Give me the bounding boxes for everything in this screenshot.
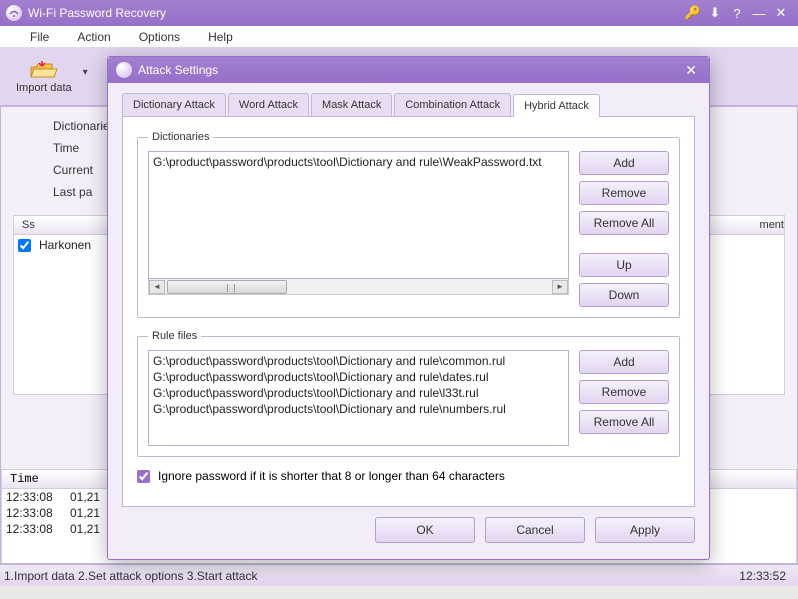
ok-button[interactable]: OK <box>375 517 475 543</box>
apply-button[interactable]: Apply <box>595 517 695 543</box>
rules-legend: Rule files <box>148 330 201 342</box>
help-icon[interactable]: ? <box>726 3 748 23</box>
tab-combination-attack[interactable]: Combination Attack <box>394 93 511 116</box>
dict-add-button[interactable]: Add <box>579 151 669 175</box>
dialog-titlebar: Attack Settings ✕ <box>108 57 709 83</box>
dictionaries-group: Dictionaries G:\product\password\product… <box>137 131 680 318</box>
dict-up-button[interactable]: Up <box>579 253 669 277</box>
close-button[interactable]: ✕ <box>770 3 792 23</box>
ignore-length-label: Ignore password if it is shorter that 8 … <box>158 469 505 483</box>
chevron-down-icon[interactable]: ▾ <box>83 67 88 78</box>
import-data-button[interactable]: Import data ▾ <box>10 57 78 96</box>
dictionaries-scrollbar[interactable]: ◄ ► <box>148 279 569 295</box>
col-ss: Ss <box>14 219 104 231</box>
list-item[interactable]: G:\product\password\products\tool\Dictio… <box>151 401 566 417</box>
menu-action[interactable]: Action <box>63 28 124 46</box>
dialog-actions: OK Cancel Apply <box>108 517 709 555</box>
tab-pane: Dictionaries G:\product\password\product… <box>122 117 695 507</box>
scroll-thumb[interactable] <box>167 280 287 294</box>
app-icon <box>6 5 22 21</box>
scroll-left-icon[interactable]: ◄ <box>149 280 165 294</box>
titlebar: Wi-Fi Password Recovery 🔑 ⬇ ? — ✕ <box>0 0 798 26</box>
menubar: File Action Options Help <box>0 26 798 48</box>
dict-down-button[interactable]: Down <box>579 283 669 307</box>
folder-open-icon <box>28 59 60 81</box>
network-checkbox[interactable] <box>18 239 31 252</box>
rules-add-button[interactable]: Add <box>579 350 669 374</box>
list-item[interactable]: G:\product\password\products\tool\Dictio… <box>151 353 566 369</box>
dialog-icon <box>116 62 132 78</box>
menu-options[interactable]: Options <box>125 28 194 46</box>
list-item[interactable]: G:\product\password\products\tool\Dictio… <box>151 369 566 385</box>
network-name: Harkonen <box>35 238 95 252</box>
import-data-label: Import data <box>16 82 72 94</box>
tab-word-attack[interactable]: Word Attack <box>228 93 309 116</box>
menu-help[interactable]: Help <box>194 28 247 46</box>
list-item[interactable]: G:\product\password\products\tool\Dictio… <box>151 154 566 170</box>
dialog-close-button[interactable]: ✕ <box>681 62 701 79</box>
scroll-right-icon[interactable]: ► <box>552 280 568 294</box>
tabs: Dictionary Attack Word Attack Mask Attac… <box>122 93 695 117</box>
menu-file[interactable]: File <box>16 28 63 46</box>
tab-hybrid-attack[interactable]: Hybrid Attack <box>513 94 600 117</box>
status-clock: 12:33:52 <box>731 569 794 583</box>
dictionaries-legend: Dictionaries <box>148 131 213 143</box>
key-icon[interactable]: 🔑 <box>682 3 704 23</box>
attack-settings-dialog: Attack Settings ✕ Dictionary Attack Word… <box>107 56 710 560</box>
download-icon[interactable]: ⬇ <box>704 3 726 23</box>
cancel-button[interactable]: Cancel <box>485 517 585 543</box>
minimize-button[interactable]: — <box>748 3 770 23</box>
rules-remove-button[interactable]: Remove <box>579 380 669 404</box>
rules-listbox[interactable]: G:\product\password\products\tool\Dictio… <box>148 350 569 446</box>
tab-mask-attack[interactable]: Mask Attack <box>311 93 392 116</box>
col-ment: ment <box>760 219 784 231</box>
col-time: Time <box>2 472 72 486</box>
dictionaries-listbox[interactable]: G:\product\password\products\tool\Dictio… <box>148 151 569 279</box>
rules-remove-all-button[interactable]: Remove All <box>579 410 669 434</box>
statusbar: 1.Import data 2.Set attack options 3.Sta… <box>0 564 798 586</box>
dict-remove-button[interactable]: Remove <box>579 181 669 205</box>
app-title: Wi-Fi Password Recovery <box>28 6 682 20</box>
list-item[interactable]: G:\product\password\products\tool\Dictio… <box>151 385 566 401</box>
dict-remove-all-button[interactable]: Remove All <box>579 211 669 235</box>
dialog-title: Attack Settings <box>138 63 681 77</box>
tab-dictionary-attack[interactable]: Dictionary Attack <box>122 93 226 116</box>
rules-group: Rule files G:\product\password\products\… <box>137 330 680 457</box>
ignore-length-checkbox[interactable] <box>137 470 150 483</box>
status-text: 1.Import data 2.Set attack options 3.Sta… <box>4 569 257 583</box>
